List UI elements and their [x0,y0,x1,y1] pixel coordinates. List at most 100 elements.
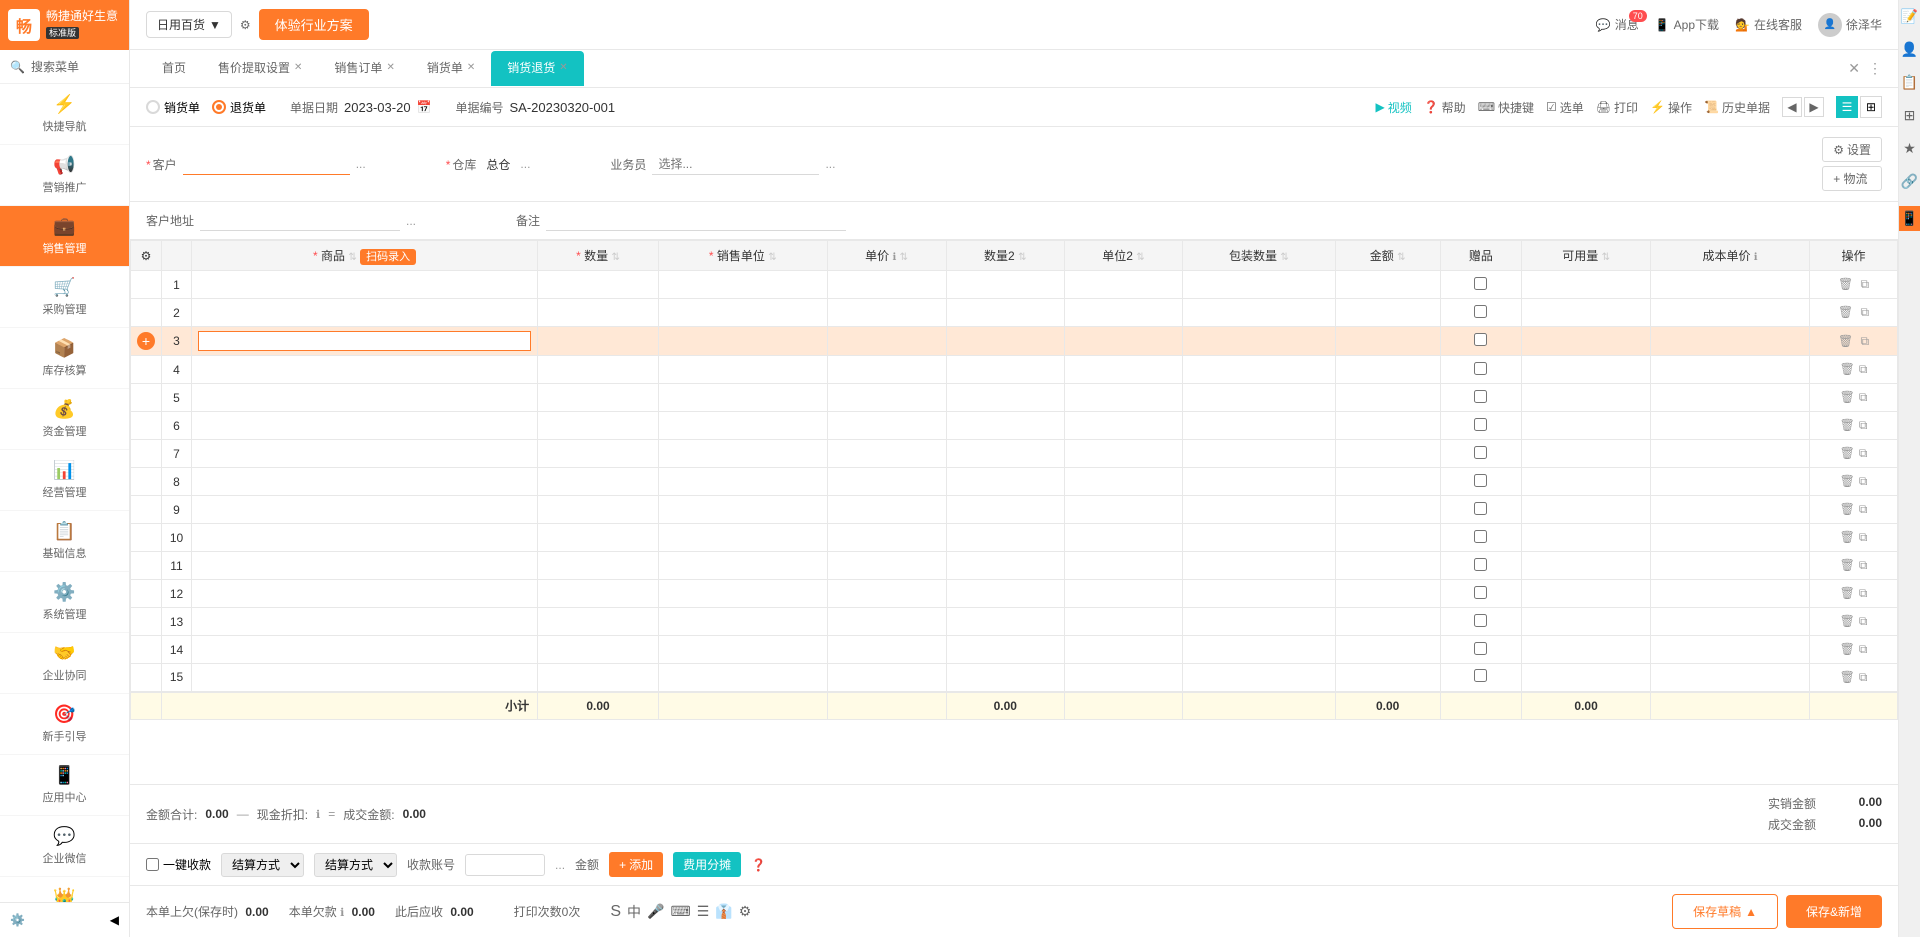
unit-sort[interactable]: ⇅ [768,252,776,263]
amount-cell[interactable] [1335,327,1440,356]
copy-icon[interactable]: ⧉ [1861,277,1870,291]
price-cell[interactable] [827,327,946,356]
help-btn[interactable]: ❓ 帮助 [1424,99,1466,116]
logistics-btn[interactable]: + 物流 [1822,166,1882,191]
unit2-cell[interactable] [1064,327,1182,356]
copy-icon[interactable]: ⧉ [1859,446,1868,460]
sidebar-item-appstore[interactable]: 📱 应用中心 [0,755,129,816]
pack-sort[interactable]: ⇅ [1280,252,1288,263]
copy-icon[interactable]: ⧉ [1859,390,1868,404]
delete-icon[interactable]: 🗑 [1840,446,1855,460]
copy-icon[interactable]: ⧉ [1859,474,1868,488]
user-menu[interactable]: 👤 徐泽华 [1818,13,1882,37]
goods-cell[interactable] [192,299,538,327]
operation-btn[interactable]: ⚡ 操作 [1650,99,1692,116]
sidebar-search[interactable]: 🔍 搜索菜单 [0,50,129,84]
calculation-select[interactable]: 结算方式 [314,853,397,877]
gift-checkbox[interactable] [1474,390,1487,403]
avail-cell[interactable] [1522,271,1651,299]
goods-cell[interactable] [192,271,538,299]
save-new-btn[interactable]: 保存&新增 [1786,895,1882,928]
list-view-btn[interactable]: ☰ [1836,96,1858,118]
tab-price-setting[interactable]: 售价提取设置 ✕ [202,51,318,86]
settings-gear-icon[interactable]: ⚙ [240,18,251,32]
gift-cell[interactable] [1440,299,1522,327]
goods-cell[interactable] [192,412,538,440]
delete-icon[interactable]: 🗑 [1840,362,1855,376]
unit2-cell[interactable] [1064,271,1182,299]
calendar-icon[interactable]: 📅 [417,100,432,114]
goods-cell[interactable] [192,440,538,468]
copy-icon[interactable]: ⧉ [1861,305,1870,319]
qty-sort[interactable]: ⇅ [612,252,620,263]
goods-cell[interactable] [192,552,538,580]
gift-checkbox[interactable] [1474,305,1487,318]
collapse-icon[interactable]: ◀ [110,913,119,927]
customer-input[interactable] [183,154,350,175]
unit2-cell[interactable] [1064,299,1182,327]
avail-cell[interactable] [1522,299,1651,327]
remark-input[interactable] [546,210,846,231]
price-cell[interactable] [827,271,946,299]
goods-input-active[interactable] [198,331,531,351]
right-panel-icon-1[interactable]: 📝 [1901,8,1918,25]
gift-checkbox[interactable] [1474,642,1487,655]
delete-icon[interactable]: 🗑 [1840,390,1855,404]
keyboard-icon[interactable]: ⌨ [670,903,690,920]
next-doc[interactable]: ▶ [1804,97,1824,117]
delete-icon[interactable]: 🗑 [1840,586,1855,600]
unit-cell[interactable] [658,271,827,299]
copy-icon[interactable]: ⧉ [1859,670,1868,684]
copy-icon[interactable]: ⧉ [1861,334,1870,348]
fee-help-icon[interactable]: ❓ [751,858,766,872]
address-more[interactable]: ... [406,214,416,228]
gift-checkbox[interactable] [1474,669,1487,682]
gift-cell[interactable] [1440,271,1522,299]
tab-sales-order-close[interactable]: ✕ [386,62,394,73]
gift-checkbox[interactable] [1474,362,1487,375]
goods-cell[interactable] [192,496,538,524]
cost-info[interactable]: ℹ [1754,252,1758,263]
right-panel-icon-3[interactable]: 📋 [1901,74,1918,91]
copy-icon[interactable]: ⧉ [1859,614,1868,628]
delete-icon[interactable]: 🗑 [1840,530,1855,544]
copy-icon[interactable]: ⧉ [1859,502,1868,516]
print-btn[interactable]: 🖨 打印 [1596,99,1638,116]
amount-cell[interactable] [1335,271,1440,299]
unit-cell[interactable] [658,299,827,327]
video-btn[interactable]: ▶ 视频 [1375,99,1411,116]
tab-sales-delivery[interactable]: 销货单 ✕ [411,51,491,86]
delete-icon[interactable]: 🗑 [1840,614,1855,628]
discount-info-icon[interactable]: ℹ [316,808,320,821]
salesperson-input[interactable] [652,154,819,175]
one-key-pay-label[interactable]: 一键收款 [146,856,211,873]
gift-cell[interactable] [1440,327,1522,356]
sidebar-item-wechat[interactable]: 💬 企业微信 [0,816,129,877]
message-btn[interactable]: 💬 消息 70 [1596,16,1639,33]
copy-icon[interactable]: ⧉ [1859,558,1868,572]
sidebar-item-marketing[interactable]: 📢 营销推广 [0,145,129,206]
goods-cell[interactable] [192,664,538,692]
sidebar-item-basic[interactable]: 📋 基础信息 [0,511,129,572]
sidebar-item-shortcut[interactable]: ⚡ 快捷导航 [0,84,129,145]
right-panel-icon-6[interactable]: 🔗 [1901,173,1918,190]
copy-icon[interactable]: ⧉ [1859,362,1868,376]
qty2-cell[interactable] [946,271,1064,299]
goods-cell[interactable] [192,384,538,412]
delete-icon[interactable]: 🗑 [1840,418,1855,432]
sidebar-item-guide[interactable]: 🎯 新手引导 [0,694,129,755]
delete-icon[interactable]: 🗑 [1840,670,1855,684]
sidebar-item-enterprise[interactable]: 🤝 企业协同 [0,633,129,694]
industry-dropdown[interactable]: 日用百货 ▼ [146,11,232,38]
row-add[interactable]: + [131,327,162,356]
select-btn[interactable]: ☑ 选单 [1546,99,1584,116]
tab-sales-delivery-close[interactable]: ✕ [467,62,475,73]
goods-cell[interactable] [192,356,538,384]
account-input[interactable] [465,854,545,876]
avail-cell[interactable] [1522,327,1651,356]
prev-doc[interactable]: ◀ [1782,97,1802,117]
qty2-cell[interactable] [946,327,1064,356]
form-setting-btn[interactable]: ⚙ 设置 [1822,137,1882,162]
fee-split-btn[interactable]: 费用分摊 [673,852,741,877]
goods-cell[interactable] [192,468,538,496]
